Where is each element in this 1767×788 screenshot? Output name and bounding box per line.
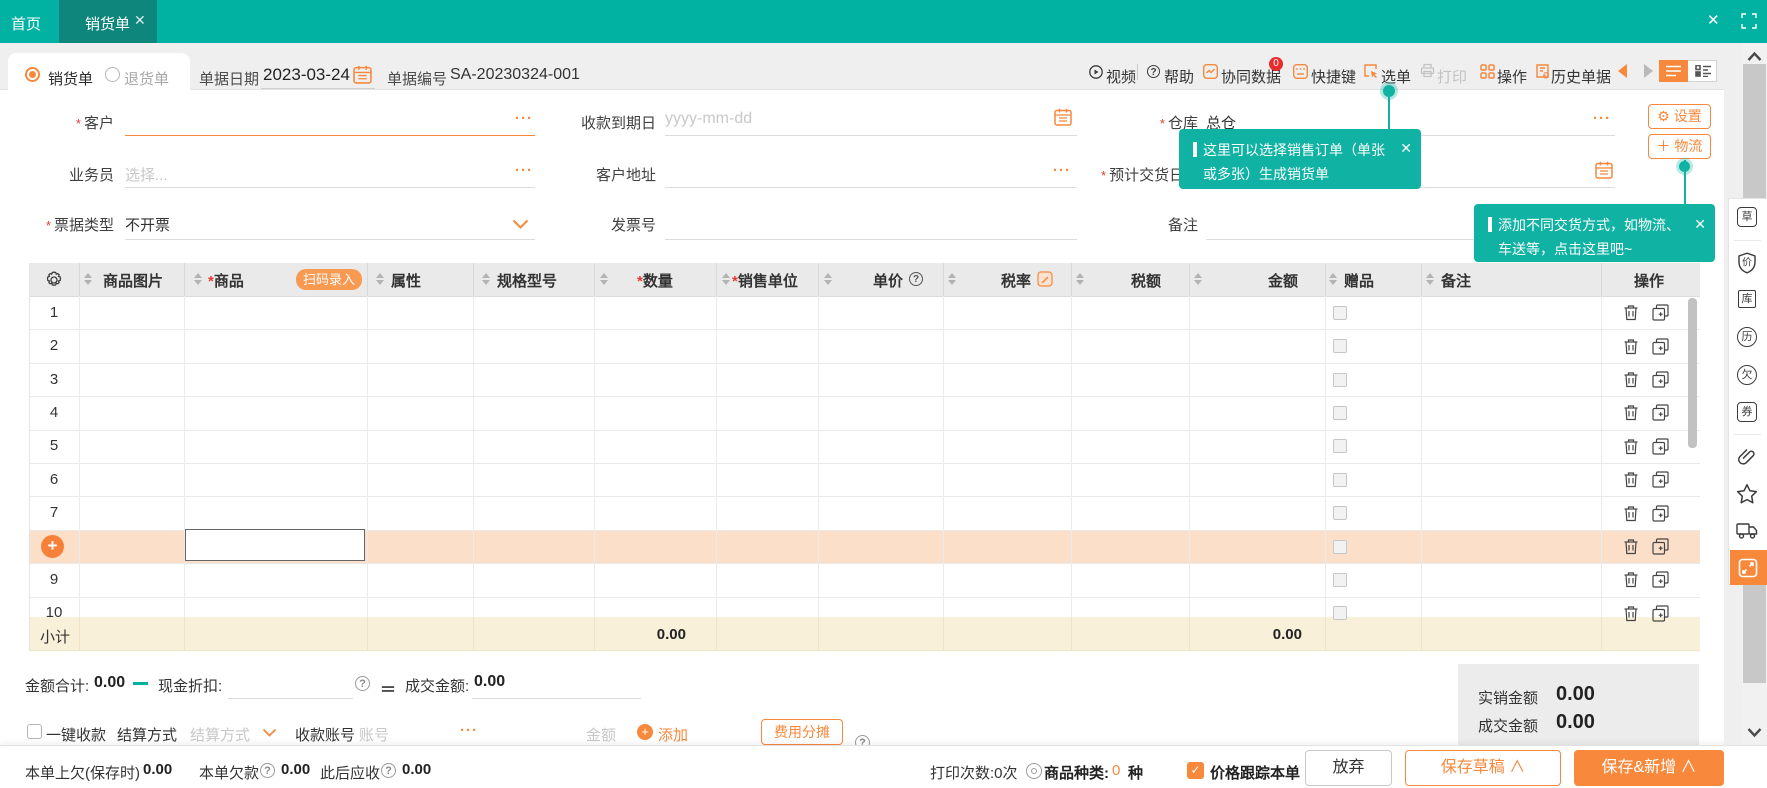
svg-text:价: 价 xyxy=(1742,257,1752,269)
